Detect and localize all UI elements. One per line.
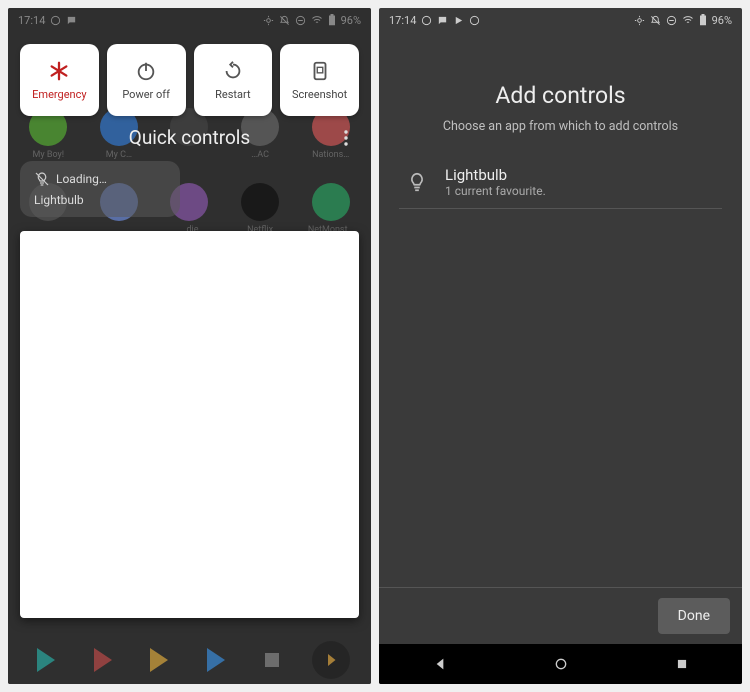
app-row-lightbulb[interactable]: Lightbulb 1 current favourite. (399, 156, 722, 209)
globe-icon (469, 15, 480, 26)
status-bar-right: 17:14 96% (379, 8, 742, 32)
chat-icon (437, 15, 448, 26)
wifi-icon (311, 14, 323, 26)
status-time: 17:14 (389, 14, 416, 27)
asterisk-icon (48, 60, 70, 82)
restart-button[interactable]: Restart (194, 44, 273, 116)
status-bar-left: 17:14 96% (8, 8, 371, 32)
restart-icon (222, 60, 244, 82)
status-time: 17:14 (18, 14, 45, 27)
globe-icon (50, 15, 61, 26)
dnd-icon (666, 15, 677, 26)
screenshot-icon (309, 60, 331, 82)
alarm-off-icon (650, 15, 661, 26)
battery-icon (699, 14, 707, 26)
nav-back-button[interactable] (415, 656, 465, 672)
app-title: Lightbulb (445, 166, 546, 184)
lightbulb-icon (403, 168, 431, 196)
alarm-off-icon (279, 15, 290, 26)
dock-icon-3 (142, 643, 176, 677)
globe-icon (421, 15, 432, 26)
quick-controls-title: Quick controls (129, 126, 250, 149)
navigation-bar (379, 644, 742, 684)
app-subtitle: 1 current favourite. (445, 184, 546, 198)
square-icon (675, 657, 689, 671)
emergency-button[interactable]: Emergency (20, 44, 99, 116)
power-off-button[interactable]: Power off (107, 44, 186, 116)
chat-icon (66, 15, 77, 26)
dock-icon-1 (29, 643, 63, 677)
screenshot-preview-panel (20, 231, 359, 618)
circle-icon (553, 656, 569, 672)
status-battery: 96% (712, 14, 732, 27)
power-icon (135, 60, 157, 82)
location-icon (634, 15, 645, 26)
done-button[interactable]: Done (658, 598, 730, 634)
dock-row (8, 636, 371, 684)
lightbulb-off-icon (34, 171, 50, 187)
dock-icon-6 (312, 641, 350, 679)
quick-controls-header: Quick controls (20, 126, 359, 149)
dock-icon-2 (86, 643, 120, 677)
phone-left: My Boy! My C… …AC Nations… …die Netflix … (8, 8, 371, 684)
power-button-row: Emergency Power off Restart Screenshot (20, 44, 359, 116)
dnd-icon (295, 15, 306, 26)
dock-icon-4 (199, 643, 233, 677)
dock-icon-5 (255, 643, 289, 677)
device-loading-card[interactable]: Loading… Lightbulb (20, 161, 180, 217)
add-controls-screen: Add controls Choose an app from which to… (379, 32, 742, 587)
battery-icon (328, 14, 336, 26)
more-vert-icon (344, 130, 348, 146)
page-title: Add controls (399, 82, 722, 109)
location-icon (263, 15, 274, 26)
screenshot-button[interactable]: Screenshot (280, 44, 359, 116)
phone-right: 17:14 96% Add controls Choose an app fro… (379, 8, 742, 684)
triangle-left-icon (432, 656, 448, 672)
power-menu-overlay: Emergency Power off Restart Screenshot Q… (8, 32, 371, 636)
loading-device-name: Lightbulb (34, 193, 166, 207)
loading-status: Loading… (56, 172, 107, 186)
wifi-icon (682, 14, 694, 26)
footer-bar: Done (379, 587, 742, 644)
play-icon (453, 15, 464, 26)
nav-home-button[interactable] (536, 656, 586, 672)
more-options-button[interactable] (337, 126, 355, 150)
nav-recents-button[interactable] (657, 657, 707, 671)
page-subtitle: Choose an app from which to add controls (399, 119, 722, 134)
status-battery: 96% (341, 14, 361, 27)
